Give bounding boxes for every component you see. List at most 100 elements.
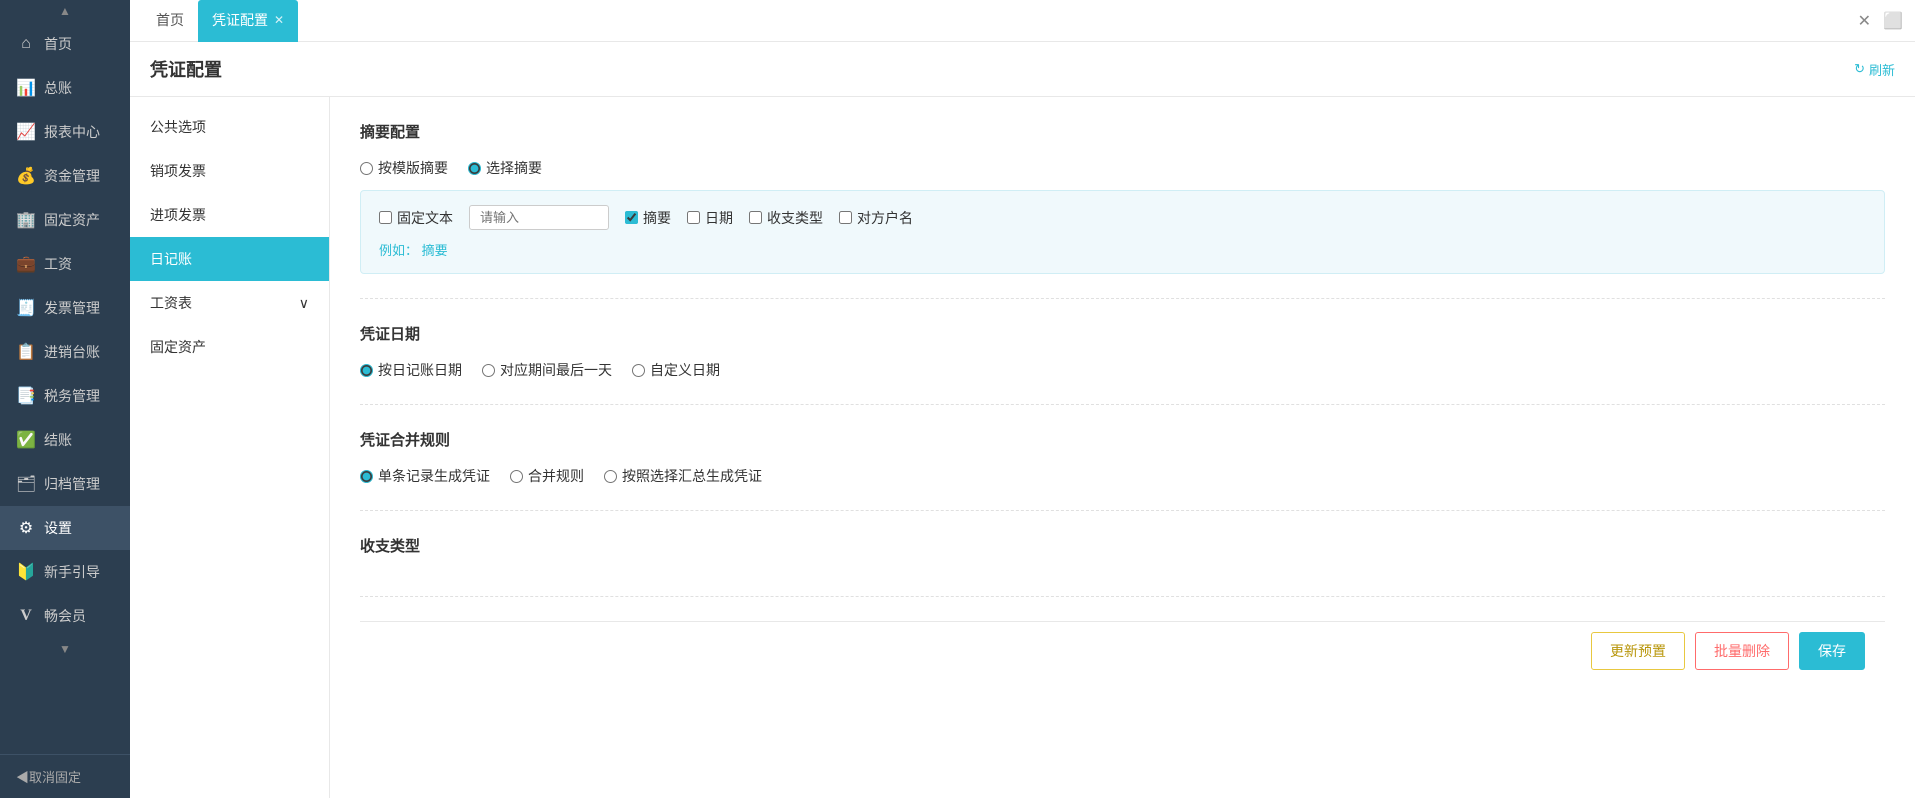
batch-delete-button[interactable]: 批量删除 xyxy=(1695,632,1789,670)
sidebar-scroll-down[interactable]: ▼ xyxy=(0,638,130,660)
single-record-input[interactable] xyxy=(360,470,373,483)
sidebar-item-label: 归档管理 xyxy=(44,474,100,494)
home-icon: ⌂ xyxy=(16,35,36,53)
voucher-date-section: 凭证日期 按日记账日期 对应期间最后一天 自定义日期 xyxy=(360,323,1885,405)
refresh-label: 刷新 xyxy=(1869,60,1895,79)
left-nav-fixed-asset-label: 固定资产 xyxy=(150,337,206,357)
sidebar-item-label: 报表中心 xyxy=(44,122,100,142)
refresh-button[interactable]: ↻ 刷新 xyxy=(1854,60,1895,79)
summary-config-section: 摘要配置 按模版摘要 选择摘要 xyxy=(360,121,1885,299)
template-summary-input[interactable] xyxy=(360,162,373,175)
counterparty-checkbox[interactable]: 对方户名 xyxy=(839,208,913,228)
sidebar-scroll-up[interactable]: ▲ xyxy=(0,0,130,22)
custom-date-radio[interactable]: 自定义日期 xyxy=(632,360,720,380)
left-nav-diary-label: 日记账 xyxy=(150,249,192,269)
fixed-text-label: 固定文本 xyxy=(397,208,453,228)
sidebar-item-ledger[interactable]: 📊 总账 xyxy=(0,66,130,110)
counterparty-input[interactable] xyxy=(839,211,852,224)
tab-voucher-config[interactable]: 凭证配置 ✕ xyxy=(198,0,298,42)
select-merge-input[interactable] xyxy=(604,470,617,483)
custom-date-input[interactable] xyxy=(632,364,645,377)
voucher-date-radio-group: 按日记账日期 对应期间最后一天 自定义日期 xyxy=(360,360,1885,380)
merge-rules-section: 凭证合并规则 单条记录生成凭证 合并规则 按照选择汇总生成凭证 xyxy=(360,429,1885,511)
sidebar-item-label: 首页 xyxy=(44,34,72,54)
ledger-icon: 📊 xyxy=(16,78,36,98)
select-merge-label: 按照选择汇总生成凭证 xyxy=(622,466,762,486)
fixed-text-checkbox[interactable]: 固定文本 xyxy=(379,208,453,228)
refresh-icon: ↻ xyxy=(1854,61,1865,77)
merge-rules-input[interactable] xyxy=(510,470,523,483)
sidebar-item-funds[interactable]: 💰 资金管理 xyxy=(0,154,130,198)
merge-rules-label: 合并规则 xyxy=(528,466,584,486)
income-type-checkbox[interactable]: 收支类型 xyxy=(749,208,823,228)
income-type-title: 收支类型 xyxy=(360,535,1885,556)
left-nav-diary[interactable]: 日记账 xyxy=(130,237,329,281)
fixed-text-input[interactable] xyxy=(379,211,392,224)
summary-checkbox-row: 固定文本 摘要 日期 xyxy=(379,205,1866,230)
summary-cb-input[interactable] xyxy=(625,211,638,224)
window-close-icon[interactable]: ✕ xyxy=(1858,11,1871,31)
sidebar-item-archive[interactable]: 🗂 归档管理 xyxy=(0,462,130,506)
left-nav-payroll-sheet[interactable]: 工资表 ∨ xyxy=(130,281,329,325)
by-diary-date-label: 按日记账日期 xyxy=(378,360,462,380)
sidebar-item-vip[interactable]: V 畅会员 xyxy=(0,594,130,638)
sidebar-unpin-button[interactable]: ◀取消固定 xyxy=(0,754,130,798)
single-record-radio[interactable]: 单条记录生成凭证 xyxy=(360,466,490,486)
vip-icon: V xyxy=(16,607,36,625)
summary-cb-label: 摘要 xyxy=(643,208,671,228)
sidebar-item-label: 进销台账 xyxy=(44,342,100,362)
sidebar-item-settings[interactable]: ⚙ 设置 xyxy=(0,506,130,550)
date-cb-input[interactable] xyxy=(687,211,700,224)
tab-close-icon[interactable]: ✕ xyxy=(274,13,284,27)
left-nav-sales-invoice-label: 销项发票 xyxy=(150,161,206,181)
tab-home-label: 首页 xyxy=(156,10,184,30)
invoice-mgmt-icon: 🧾 xyxy=(16,298,36,318)
last-period-day-radio[interactable]: 对应期间最后一天 xyxy=(482,360,612,380)
left-nav-fixed-asset[interactable]: 固定资产 xyxy=(130,325,329,369)
left-nav-purchase-invoice[interactable]: 进项发票 xyxy=(130,193,329,237)
left-nav-public-options[interactable]: 公共选项 xyxy=(130,105,329,149)
merge-rules-radio-group: 单条记录生成凭证 合并规则 按照选择汇总生成凭证 xyxy=(360,466,1885,486)
preview-label: 例如： xyxy=(379,243,418,258)
save-button[interactable]: 保存 xyxy=(1799,632,1865,670)
sidebar-item-label: 资金管理 xyxy=(44,166,100,186)
sidebar-item-label: 发票管理 xyxy=(44,298,100,318)
by-diary-date-input[interactable] xyxy=(360,364,373,377)
by-diary-date-radio[interactable]: 按日记账日期 xyxy=(360,360,462,380)
sidebar-item-payroll[interactable]: 💼 工资 xyxy=(0,242,130,286)
sidebar-item-invoice-mgmt[interactable]: 🧾 发票管理 xyxy=(0,286,130,330)
sidebar-item-purchase-sales[interactable]: 📋 进销台账 xyxy=(0,330,130,374)
reports-icon: 📈 xyxy=(16,122,36,142)
single-record-label: 单条记录生成凭证 xyxy=(378,466,490,486)
income-type-input[interactable] xyxy=(749,211,762,224)
sidebar-item-tax-mgmt[interactable]: 📑 税务管理 xyxy=(0,374,130,418)
sidebar-item-label: 畅会员 xyxy=(44,606,86,626)
sidebar-item-guide[interactable]: 🔰 新手引导 xyxy=(0,550,130,594)
summary-checkbox[interactable]: 摘要 xyxy=(625,208,671,228)
tax-mgmt-icon: 📑 xyxy=(16,386,36,406)
select-summary-label: 选择摘要 xyxy=(486,158,542,178)
sidebar-item-fixed-assets[interactable]: 🏢 固定资产 xyxy=(0,198,130,242)
summary-config-box: 固定文本 摘要 日期 xyxy=(360,190,1885,274)
fixed-text-field[interactable] xyxy=(469,205,609,230)
sidebar-item-settlement[interactable]: ✅ 结账 xyxy=(0,418,130,462)
archive-icon: 🗂 xyxy=(16,474,36,494)
sidebar-item-reports[interactable]: 📈 报表中心 xyxy=(0,110,130,154)
window-restore-icon[interactable]: ⬜ xyxy=(1883,11,1903,31)
tab-home[interactable]: 首页 xyxy=(142,0,198,42)
select-summary-input[interactable] xyxy=(468,162,481,175)
select-summary-radio[interactable]: 选择摘要 xyxy=(468,158,542,178)
update-preview-button[interactable]: 更新预置 xyxy=(1591,632,1685,670)
income-type-label: 收支类型 xyxy=(767,208,823,228)
left-nav-sales-invoice[interactable]: 销项发票 xyxy=(130,149,329,193)
left-nav-public-options-label: 公共选项 xyxy=(150,117,206,137)
select-merge-radio[interactable]: 按照选择汇总生成凭证 xyxy=(604,466,762,486)
date-checkbox[interactable]: 日期 xyxy=(687,208,733,228)
template-summary-radio[interactable]: 按模版摘要 xyxy=(360,158,448,178)
merge-rules-radio[interactable]: 合并规则 xyxy=(510,466,584,486)
page-title: 凭证配置 xyxy=(150,56,222,82)
sidebar-item-label: 结账 xyxy=(44,430,72,450)
last-period-day-input[interactable] xyxy=(482,364,495,377)
sidebar-item-home[interactable]: ⌂ 首页 xyxy=(0,22,130,66)
purchase-sales-icon: 📋 xyxy=(16,342,36,362)
